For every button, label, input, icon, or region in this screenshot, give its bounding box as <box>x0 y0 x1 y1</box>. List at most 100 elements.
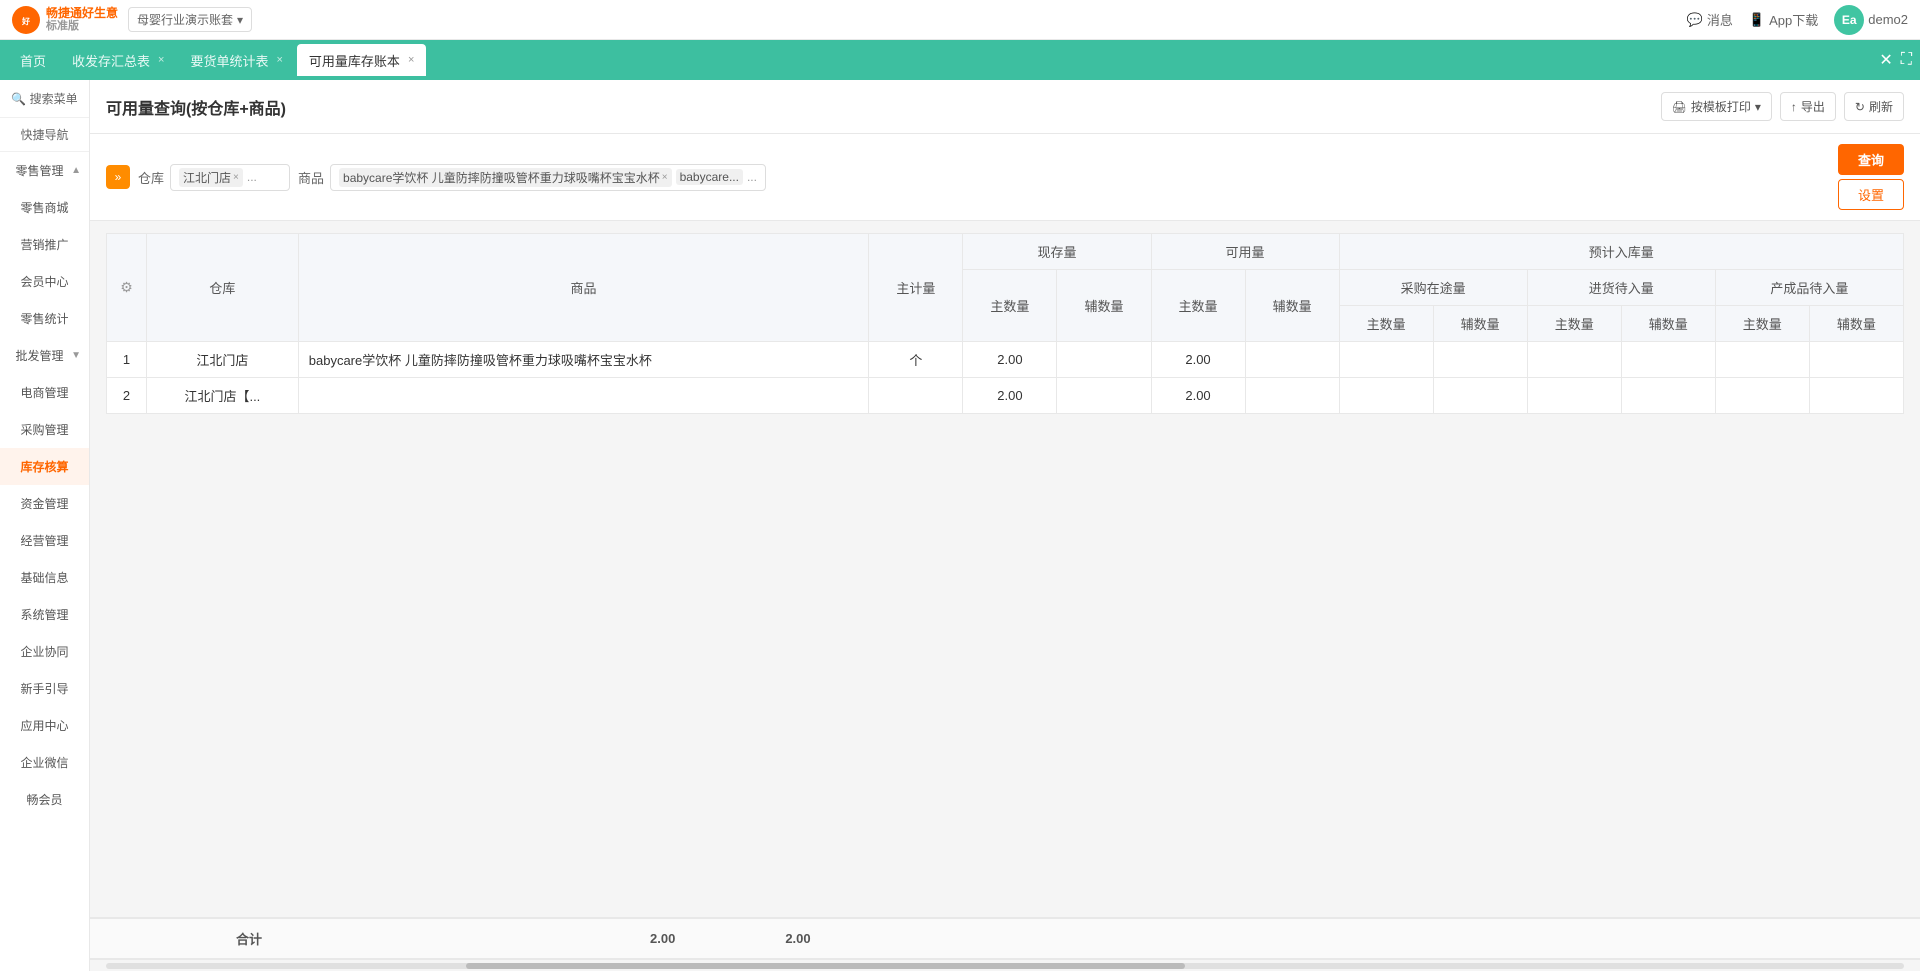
th-purchase-transit-group: 采购在途量 <box>1339 270 1527 306</box>
industry-selector[interactable]: 母婴行业演示账套 ▾ <box>128 7 252 32</box>
scroll-bar-thumb[interactable] <box>466 963 1185 969</box>
logo-area: 好 畅捷通好生意 标准版 <box>12 6 118 34</box>
sidebar-item-purchase[interactable]: 采购管理 <box>0 411 89 448</box>
sidebar-item-enterprise[interactable]: 企业协同 <box>0 633 89 670</box>
sidebar-item-retail-stats[interactable]: 零售统计 <box>0 300 89 337</box>
finance-label: 资金管理 <box>8 495 81 512</box>
print-label: 按模板打印 <box>1691 98 1751 115</box>
sidebar-item-member[interactable]: 畅会员 <box>0 781 89 818</box>
sidebar-search[interactable]: 🔍 搜索菜单 <box>0 80 89 118</box>
inventory-label: 库存核算 <box>8 458 81 475</box>
sidebar-item-guide[interactable]: 新手引导 <box>0 670 89 707</box>
product-tag-2-value: babycare... <box>680 170 739 184</box>
filter-section: » 仓库 江北门店 × ... 商品 babycare学饮杯 儿童防摔防撞吸管杯… <box>90 134 1920 221</box>
table-body: 1 江北门店 babycare学饮杯 儿童防摔防撞吸管杯重力球吸嘴杯宝宝水杯 个… <box>107 342 1904 414</box>
tab-order-stats[interactable]: 要货单统计表 × <box>178 44 294 76</box>
header-left: 好 畅捷通好生意 标准版 母婴行业演示账套 ▾ <box>12 6 252 34</box>
basic-info-label: 基础信息 <box>8 569 81 586</box>
product-tag-2: babycare... <box>676 169 743 185</box>
table-container: ⚙ 仓库 商品 主计量 现存量 可用量 预计入库量 主数量 辅数量 主数量 辅数… <box>90 221 1920 917</box>
product-filter-box[interactable]: babycare学饮杯 儿童防摔防撞吸管杯重力球吸嘴杯宝宝水杯 × babyca… <box>330 164 766 191</box>
cell-purchase-aux <box>1433 342 1527 378</box>
message-icon: 💬 <box>1687 12 1703 28</box>
tab-summary-close[interactable]: × <box>158 54 164 66</box>
gear-icon[interactable]: ⚙ <box>120 279 133 295</box>
scroll-bar-container[interactable] <box>90 959 1920 971</box>
app-download-action[interactable]: 📱 App下载 <box>1749 10 1818 29</box>
footer-stock-main: 2.00 <box>650 931 675 946</box>
table-row: 2 江北门店【... 2.00 2.00 <box>107 378 1904 414</box>
cell-avail-main: 2.00 <box>1151 342 1245 378</box>
tab-order-stats-close[interactable]: × <box>276 54 282 66</box>
cell-index: 2 <box>107 378 147 414</box>
product-tag-1-remove[interactable]: × <box>662 172 668 183</box>
tab-home[interactable]: 首页 <box>8 44 58 76</box>
message-label: 消息 <box>1707 10 1733 29</box>
retail-stats-label: 零售统计 <box>8 310 81 327</box>
logo-main-text: 畅捷通好生意 <box>46 6 118 20</box>
tab-home-label: 首页 <box>20 51 46 70</box>
filter-actions-right: 查询 设置 <box>1838 144 1904 210</box>
cell-stock-main: 2.00 <box>963 342 1057 378</box>
search-icon: 🔍 <box>11 92 26 106</box>
sidebar-item-basic-info[interactable]: 基础信息 <box>0 559 89 596</box>
phone-icon: 📱 <box>1749 12 1765 28</box>
th-settings[interactable]: ⚙ <box>107 234 147 342</box>
tab-fullscreen-icon[interactable]: ⛶ <box>1901 51 1912 69</box>
warehouse-tag-remove[interactable]: × <box>233 172 239 183</box>
refresh-label: 刷新 <box>1869 98 1893 115</box>
refresh-icon: ↻ <box>1855 100 1865 114</box>
product-tag-1: babycare学饮杯 儿童防摔防撞吸管杯重力球吸嘴杯宝宝水杯 × <box>339 168 672 187</box>
sidebar-item-retail-mgmt[interactable]: 零售管理 ▲ <box>0 152 89 189</box>
sidebar-item-wholesale-mgmt[interactable]: 批发管理 ▼ <box>0 337 89 374</box>
print-icon: 🖨 <box>1672 100 1687 114</box>
setting-button[interactable]: 设置 <box>1838 179 1904 210</box>
user-profile[interactable]: Ea demo2 <box>1834 5 1908 35</box>
sidebar-item-retail-mall[interactable]: 零售商城 <box>0 189 89 226</box>
tab-available-stock-close[interactable]: × <box>408 54 414 66</box>
print-btn[interactable]: 🖨 按模板打印 ▾ <box>1661 92 1772 121</box>
logo-sub-text: 标准版 <box>46 20 118 33</box>
cell-stock-aux <box>1057 378 1151 414</box>
cell-production-main <box>1715 378 1809 414</box>
query-button[interactable]: 查询 <box>1838 144 1904 175</box>
member-center-label: 会员中心 <box>8 273 81 290</box>
sidebar-item-inventory[interactable]: 库存核算 <box>0 448 89 485</box>
cell-avail-aux <box>1245 342 1339 378</box>
operations-label: 经营管理 <box>8 532 81 549</box>
export-btn[interactable]: ↑ 导出 <box>1780 92 1836 121</box>
tab-available-stock[interactable]: 可用量库存账本 × <box>297 44 426 76</box>
table-footer: 合计 2.00 2.00 <box>90 917 1920 959</box>
page-actions: 🖨 按模板打印 ▾ ↑ 导出 ↻ 刷新 <box>1661 92 1904 133</box>
sidebar-item-marketing[interactable]: 营销推广 <box>0 226 89 263</box>
cell-production-aux <box>1809 342 1903 378</box>
tab-bar: 首页 收发存汇总表 × 要货单统计表 × 可用量库存账本 × ✕ ⛶ <box>0 40 1920 80</box>
cell-purchase-aux <box>1433 378 1527 414</box>
filter-expand-btn[interactable]: » <box>106 165 130 189</box>
product-ellipsis: ... <box>747 170 757 184</box>
warehouse-filter-tags[interactable]: 江北门店 × ... <box>170 164 290 191</box>
sidebar-item-system[interactable]: 系统管理 <box>0 596 89 633</box>
tab-close-all-icon[interactable]: ✕ <box>1879 50 1892 70</box>
expand-icon: » <box>115 170 122 184</box>
th-production-aux: 辅数量 <box>1809 306 1903 342</box>
sidebar-item-app-center[interactable]: 应用中心 <box>0 707 89 744</box>
sidebar-item-operations[interactable]: 经营管理 <box>0 522 89 559</box>
sidebar-item-finance[interactable]: 资金管理 <box>0 485 89 522</box>
sidebar-item-ecommerce[interactable]: 电商管理 <box>0 374 89 411</box>
tab-available-stock-label: 可用量库存账本 <box>309 51 400 70</box>
message-action[interactable]: 💬 消息 <box>1687 10 1733 29</box>
app-center-label: 应用中心 <box>8 717 81 734</box>
cell-warehouse: 江北门店 <box>147 342 299 378</box>
product-filter-label: 商品 <box>298 168 324 187</box>
refresh-btn[interactable]: ↻ 刷新 <box>1844 92 1904 121</box>
sidebar-item-member-center[interactable]: 会员中心 <box>0 263 89 300</box>
sidebar-item-wechat[interactable]: 企业微信 <box>0 744 89 781</box>
scroll-bar-track[interactable] <box>106 963 1904 969</box>
tab-summary[interactable]: 收发存汇总表 × <box>60 44 176 76</box>
cell-incoming-main <box>1527 342 1621 378</box>
sidebar-nav[interactable]: 快捷导航 <box>0 118 89 152</box>
page-header: 可用量查询(按仓库+商品) 🖨 按模板打印 ▾ ↑ 导出 ↻ 刷新 <box>90 80 1920 134</box>
cell-product: babycare学饮杯 儿童防摔防撞吸管杯重力球吸嘴杯宝宝水杯 <box>298 342 869 378</box>
system-label: 系统管理 <box>8 606 81 623</box>
